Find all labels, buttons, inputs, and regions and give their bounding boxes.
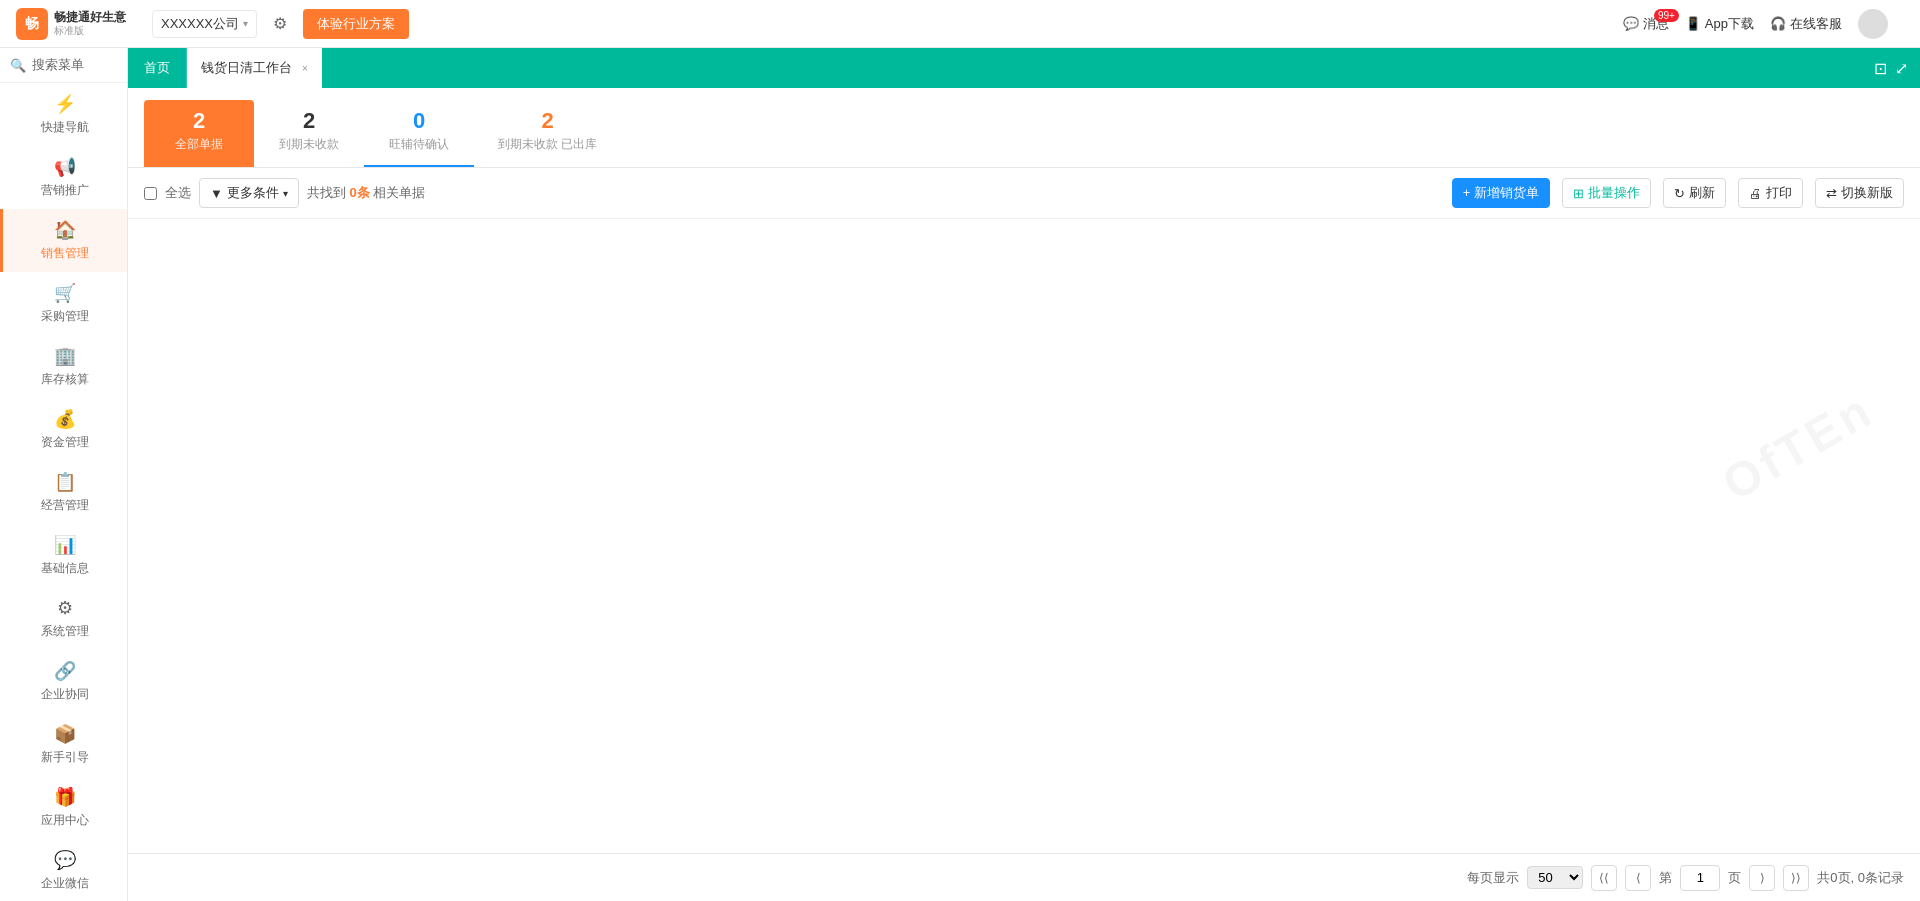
sidebar-item-operations[interactable]: 📋 经营管理 xyxy=(0,461,127,524)
download-icon: 📱 xyxy=(1685,16,1701,31)
lightning-icon: ⚡ xyxy=(54,93,76,115)
headset-icon: 🎧 xyxy=(1770,16,1786,31)
last-page-button[interactable]: ⟩⟩ xyxy=(1783,865,1809,891)
tab-active[interactable]: 钱货日清工作台 × xyxy=(187,48,322,88)
sidebar-item-base-info[interactable]: 📊 基础信息 xyxy=(0,524,127,587)
header: 畅 畅捷通好生意 标准版 XXXXXX公司 ▾ ⚙ 体验行业方案 💬 消息 99… xyxy=(0,0,1920,48)
toolbar: 全选 ▼ 更多条件 ▾ 共找到 0条 相关单据 + 新增销货单 ⊞ 批量操作 xyxy=(128,168,1920,219)
stat-tab-pending[interactable]: 0 旺辅待确认 xyxy=(364,100,474,167)
main-content: 2 全部单据 2 到期未收款 0 旺辅待确认 2 到期未收款 已出库 全选 xyxy=(128,88,1920,901)
sidebar-item-finance[interactable]: 💰 资金管理 xyxy=(0,398,127,461)
sidebar-item-purchase[interactable]: 🛒 采购管理 xyxy=(0,272,127,335)
total-info: 共0页, 0条记录 xyxy=(1817,869,1904,887)
toolbar-right: + 新增销货单 ⊞ 批量操作 ↻ 刷新 🖨 打印 ⇄ 切换新版 xyxy=(1452,178,1904,208)
building-icon: 🏢 xyxy=(54,345,76,367)
logo-icon: 畅 xyxy=(16,8,48,40)
online-service-button[interactable]: 🎧 在线客服 xyxy=(1770,15,1842,33)
sidebar-item-wechat[interactable]: 💬 企业微信 xyxy=(0,839,127,901)
stat-tab-overdue[interactable]: 2 到期未收款 xyxy=(254,100,364,167)
stats-tabs: 2 全部单据 2 到期未收款 0 旺辅待确认 2 到期未收款 已出库 xyxy=(128,88,1920,168)
sidebar: 🔍 搜索菜单 ⚡ 快捷导航 📢 营销推广 🏠 销售管理 🛒 采购管理 🏢 库存核… xyxy=(0,48,128,901)
clipboard-icon: 📋 xyxy=(54,471,76,493)
sidebar-search[interactable]: 🔍 搜索菜单 xyxy=(0,48,127,83)
bag-icon: 🛒 xyxy=(54,282,76,304)
sidebar-item-app-center[interactable]: 🎁 应用中心 xyxy=(0,776,127,839)
watermark: OfTEn xyxy=(1713,382,1883,512)
tab-minimize-icon[interactable]: ⊡ xyxy=(1874,59,1887,78)
guide-icon: 📦 xyxy=(54,723,76,745)
refresh-button[interactable]: ↻ 刷新 xyxy=(1663,178,1726,208)
page-content: 2 全部单据 2 到期未收款 0 旺辅待确认 2 到期未收款 已出库 全选 xyxy=(128,88,1920,901)
gear-icon: ⚙ xyxy=(57,597,73,619)
sidebar-item-system[interactable]: ⚙ 系统管理 xyxy=(0,587,127,650)
filter-icon: ▼ xyxy=(210,186,223,201)
page-label: 第 xyxy=(1659,869,1672,887)
page-label-suffix: 页 xyxy=(1728,869,1741,887)
found-count: 0条 xyxy=(350,185,370,200)
tab-home[interactable]: 首页 xyxy=(128,48,187,88)
refresh-icon: ↻ xyxy=(1674,186,1685,201)
print-button[interactable]: 🖨 打印 xyxy=(1738,178,1803,208)
bell-icon: 💬 xyxy=(1623,16,1639,31)
link-icon: 🔗 xyxy=(54,660,76,682)
logo-text: 畅捷通好生意 标准版 xyxy=(54,10,126,36)
print-icon: 🖨 xyxy=(1749,186,1762,201)
header-right: 💬 消息 99+ 📱 App下载 🎧 在线客服 xyxy=(1623,9,1904,39)
add-sales-order-button[interactable]: + 新增销货单 xyxy=(1452,178,1550,208)
toolbar-left: 全选 ▼ 更多条件 ▾ 共找到 0条 相关单据 xyxy=(144,178,1444,208)
sidebar-item-quick-nav[interactable]: ⚡ 快捷导航 xyxy=(0,83,127,146)
sidebar-item-cooperation[interactable]: 🔗 企业协同 xyxy=(0,650,127,713)
page-input[interactable]: 1 xyxy=(1680,865,1720,891)
found-text: 共找到 0条 相关单据 xyxy=(307,184,425,202)
batch-operation-button[interactable]: ⊞ 批量操作 xyxy=(1562,178,1651,208)
chevron-icon: ▾ xyxy=(283,188,288,199)
wechat-icon: 💬 xyxy=(54,849,76,871)
tab-expand-icon[interactable]: ⤢ xyxy=(1895,59,1908,78)
chevron-down-icon: ▾ xyxy=(243,18,248,29)
gift-icon: 🎁 xyxy=(54,786,76,808)
tab-bar-actions: ⊡ ⤢ xyxy=(1874,59,1920,78)
select-all-checkbox[interactable] xyxy=(144,187,157,200)
settings-icon[interactable]: ⚙ xyxy=(265,9,295,39)
company-selector[interactable]: XXXXXX公司 ▾ xyxy=(152,10,257,38)
app-logo: 畅 畅捷通好生意 标准版 xyxy=(16,8,144,40)
per-page-label: 每页显示 xyxy=(1467,869,1519,887)
search-icon: 🔍 xyxy=(10,58,26,73)
table-area: OfTEn xyxy=(128,219,1920,853)
database-icon: 📊 xyxy=(54,534,76,556)
home-icon: 🏠 xyxy=(54,219,76,241)
per-page-select[interactable]: 20 50 100 xyxy=(1527,866,1583,889)
switch-icon: ⇄ xyxy=(1826,186,1837,201)
switch-version-button[interactable]: ⇄ 切换新版 xyxy=(1815,178,1904,208)
prev-page-button[interactable]: ⟨ xyxy=(1625,865,1651,891)
avatar[interactable] xyxy=(1858,9,1888,39)
sidebar-item-marketing[interactable]: 📢 营销推广 xyxy=(0,146,127,209)
megaphone-icon: 📢 xyxy=(54,156,76,178)
stat-tab-all[interactable]: 2 全部单据 xyxy=(144,100,254,167)
next-page-button[interactable]: ⟩ xyxy=(1749,865,1775,891)
money-icon: 💰 xyxy=(54,408,76,430)
select-all-label: 全选 xyxy=(165,184,191,202)
pagination: 每页显示 20 50 100 ⟨⟨ ⟨ 第 1 页 ⟩ ⟩⟩ 共0页, 0条记录 xyxy=(128,853,1920,901)
sidebar-item-sales[interactable]: 🏠 销售管理 xyxy=(0,209,127,272)
filter-button[interactable]: ▼ 更多条件 ▾ xyxy=(199,178,299,208)
batch-icon: ⊞ xyxy=(1573,186,1584,201)
sidebar-item-inventory[interactable]: 🏢 库存核算 xyxy=(0,335,127,398)
stat-tab-out[interactable]: 2 到期未收款 已出库 xyxy=(474,100,621,167)
sidebar-item-guide[interactable]: 📦 新手引导 xyxy=(0,713,127,776)
message-button[interactable]: 💬 消息 99+ xyxy=(1623,15,1669,33)
first-page-button[interactable]: ⟨⟨ xyxy=(1591,865,1617,891)
message-badge: 99+ xyxy=(1654,9,1679,22)
app-download-button[interactable]: 📱 App下载 xyxy=(1685,15,1754,33)
experience-button[interactable]: 体验行业方案 xyxy=(303,9,409,39)
tab-bar: 首页 钱货日清工作台 × ⊡ ⤢ xyxy=(128,48,1920,88)
tab-close-icon[interactable]: × xyxy=(302,63,308,74)
